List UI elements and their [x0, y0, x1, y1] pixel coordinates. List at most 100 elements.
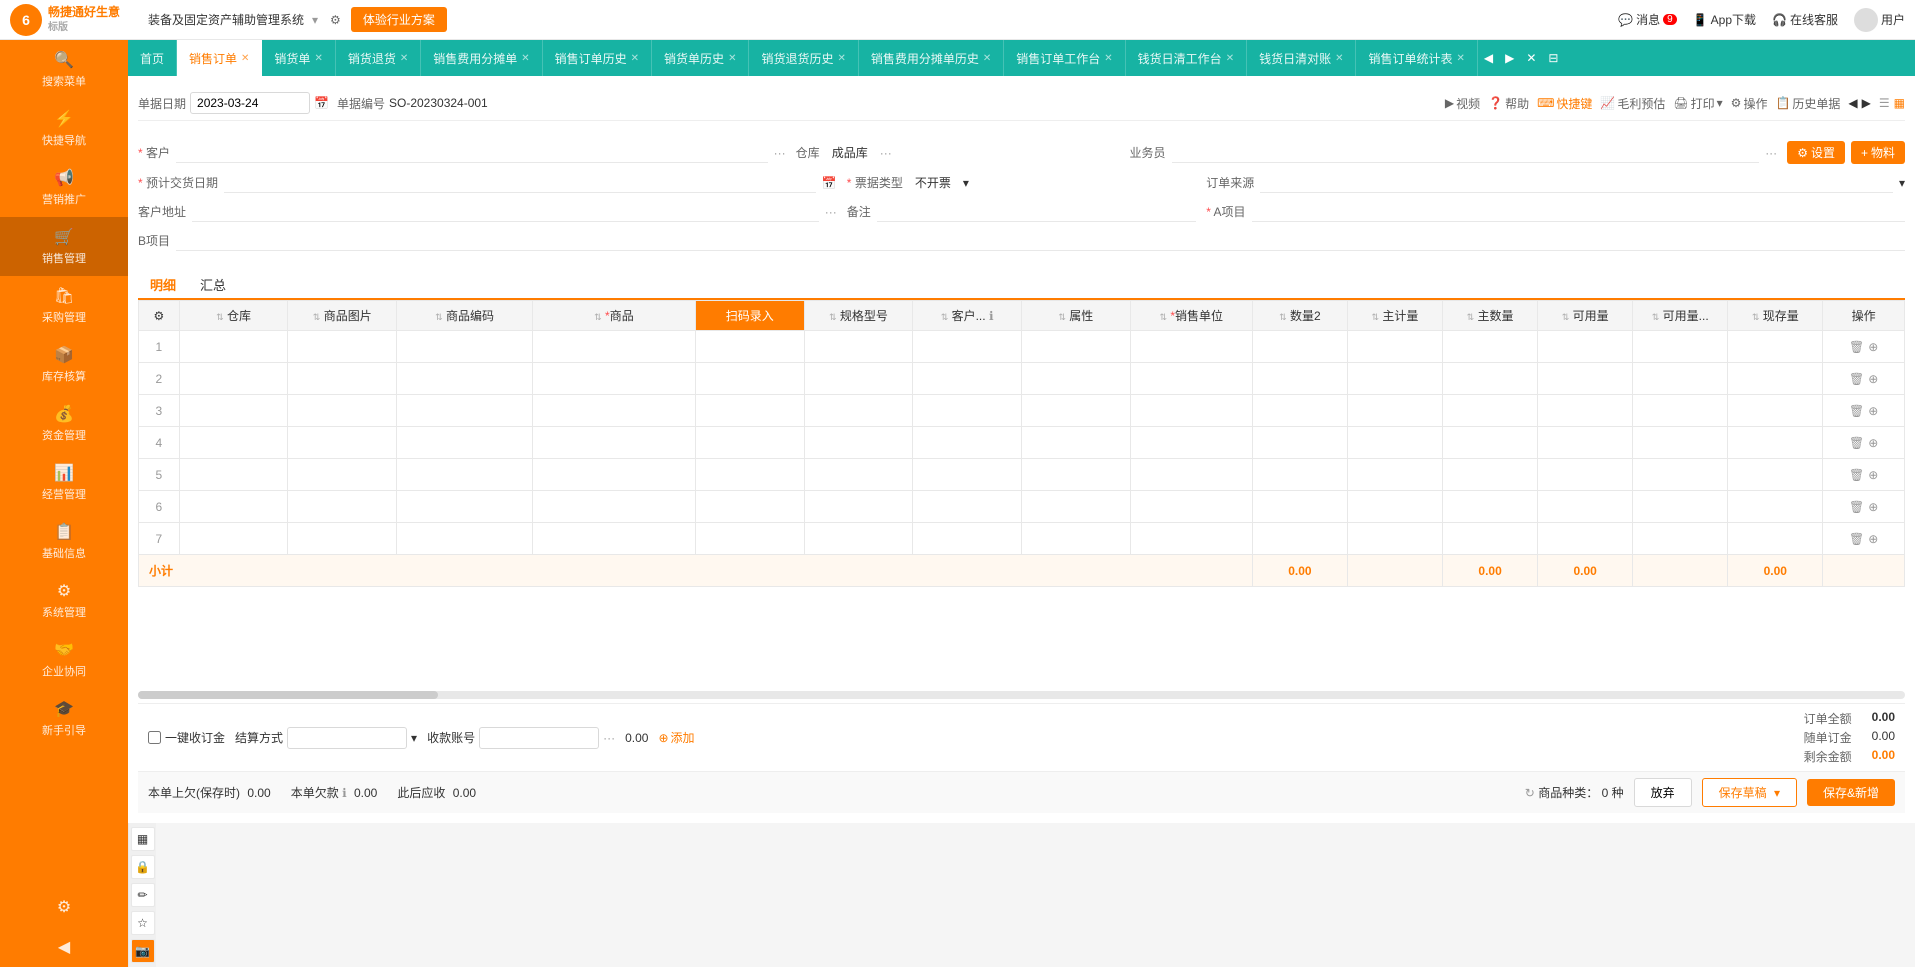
cell-unit-2[interactable]	[1130, 363, 1252, 395]
customer-input[interactable]	[176, 142, 768, 163]
delete-row-5[interactable]: 🗑	[1849, 468, 1864, 482]
tab-detail[interactable]: 明细	[138, 271, 188, 300]
cell-code-1[interactable]	[397, 331, 533, 363]
cell-available2-5[interactable]	[1633, 459, 1728, 491]
list-view-icon[interactable]: ☰	[1879, 96, 1890, 110]
sidebar-item-marketing[interactable]: 📢 营销推广	[0, 158, 128, 217]
cell-main-qty-5[interactable]	[1443, 459, 1538, 491]
order-source-dropdown-icon[interactable]: ▾	[1899, 176, 1905, 190]
cell-customer-code-2[interactable]	[913, 363, 1022, 395]
cell-main-unit-1[interactable]	[1347, 331, 1442, 363]
invoice-dropdown-icon[interactable]: ▾	[963, 176, 969, 190]
cell-product-7[interactable]	[532, 523, 695, 555]
sidebar-collapse-btn[interactable]: ◀	[0, 927, 128, 967]
cell-image-7[interactable]	[288, 523, 397, 555]
cell-main-unit-5[interactable]	[1347, 459, 1442, 491]
cell-available-6[interactable]	[1538, 491, 1633, 523]
right-panel-lock-icon[interactable]: 🔒	[131, 855, 155, 879]
card-view-icon[interactable]: ▦	[1894, 96, 1905, 110]
bank-account-input[interactable]	[479, 727, 599, 749]
cell-product-2[interactable]	[532, 363, 695, 395]
payment-method-input[interactable]	[287, 727, 407, 749]
add-material-btn[interactable]: + 物料	[1851, 141, 1905, 164]
tab-order-workbench[interactable]: 销售订单工作台 ✕	[1004, 40, 1125, 76]
cell-available-4[interactable]	[1538, 427, 1633, 459]
right-panel-grid-icon[interactable]: ▦	[131, 827, 155, 851]
cell-attr-3[interactable]	[1021, 395, 1130, 427]
operation-btn[interactable]: ⚙ 操作	[1731, 95, 1768, 112]
tab-daily-reconcile[interactable]: 钱货日清对账 ✕	[1247, 40, 1356, 76]
cell-warehouse-5[interactable]	[179, 459, 288, 491]
sidebar-item-quicknav[interactable]: ⚡ 快捷导航	[0, 99, 128, 158]
cell-available2-3[interactable]	[1633, 395, 1728, 427]
tab-daily-reconcile-close[interactable]: ✕	[1335, 53, 1343, 64]
copy-row-2[interactable]: ⊕	[1868, 372, 1878, 386]
cell-image-2[interactable]	[288, 363, 397, 395]
delivery-date-input[interactable]	[224, 172, 816, 193]
cell-stock-1[interactable]	[1728, 331, 1823, 363]
cell-main-unit-3[interactable]	[1347, 395, 1442, 427]
settings-icon[interactable]: ⚙	[330, 13, 341, 27]
cell-attr-5[interactable]	[1021, 459, 1130, 491]
cell-stock-4[interactable]	[1728, 427, 1823, 459]
tab-summary[interactable]: 汇总	[188, 271, 238, 298]
nav-prev-arrow[interactable]: ◀	[1478, 51, 1499, 65]
cell-main-unit-6[interactable]	[1347, 491, 1442, 523]
sidebar-settings-btn[interactable]: ⚙	[0, 887, 128, 927]
prev-record-icon[interactable]: ◀	[1848, 96, 1857, 110]
date-input[interactable]	[190, 92, 310, 114]
cell-qty2-6[interactable]	[1252, 491, 1347, 523]
cell-code-6[interactable]	[397, 491, 533, 523]
cell-available2-1[interactable]	[1633, 331, 1728, 363]
cell-scan-2[interactable]	[695, 363, 804, 395]
cell-available2-7[interactable]	[1633, 523, 1728, 555]
tab-return-history[interactable]: 销货退货历史 ✕	[749, 40, 858, 76]
cell-attr-1[interactable]	[1021, 331, 1130, 363]
cell-qty2-7[interactable]	[1252, 523, 1347, 555]
cell-available2-4[interactable]	[1633, 427, 1728, 459]
tab-home[interactable]: 首页	[128, 40, 177, 76]
cell-main-qty-4[interactable]	[1443, 427, 1538, 459]
sidebar-item-system[interactable]: ⚙ 系统管理	[0, 571, 128, 630]
cell-scan-6[interactable]	[695, 491, 804, 523]
cell-unit-3[interactable]	[1130, 395, 1252, 427]
tab-goods-history-close[interactable]: ✕	[728, 53, 736, 64]
user-btn[interactable]: 用户	[1854, 8, 1905, 32]
cell-spec-5[interactable]	[804, 459, 913, 491]
view-btn[interactable]: ▶ 视频	[1445, 95, 1480, 112]
remark-input[interactable]	[877, 201, 1196, 222]
sidebar-item-base[interactable]: 📋 基础信息	[0, 512, 128, 571]
delete-row-3[interactable]: 🗑	[1849, 404, 1864, 418]
print-btn[interactable]: 🖨 打印 ▾	[1673, 95, 1722, 112]
horizontal-scrollbar[interactable]	[138, 691, 1905, 699]
cell-main-qty-2[interactable]	[1443, 363, 1538, 395]
industry-btn[interactable]: 体验行业方案	[351, 7, 447, 32]
save-new-btn[interactable]: 保存&新增	[1807, 779, 1895, 806]
help-btn[interactable]: ❓ 帮助	[1488, 95, 1529, 112]
cell-code-4[interactable]	[397, 427, 533, 459]
cell-spec-4[interactable]	[804, 427, 913, 459]
order-source-input[interactable]	[1260, 172, 1893, 193]
cell-available2-2[interactable]	[1633, 363, 1728, 395]
cell-available2-6[interactable]	[1633, 491, 1728, 523]
settings-form-btn[interactable]: ⚙ 设置	[1787, 141, 1845, 164]
cell-unit-6[interactable]	[1130, 491, 1252, 523]
tab-sales-goods-close[interactable]: ✕	[314, 53, 322, 64]
copy-row-4[interactable]: ⊕	[1868, 436, 1878, 450]
add-btn[interactable]: ⊕ 添加	[658, 729, 694, 746]
cell-main-qty-1[interactable]	[1443, 331, 1538, 363]
cell-product-1[interactable]	[532, 331, 695, 363]
cell-image-1[interactable]	[288, 331, 397, 363]
tab-sales-expense[interactable]: 销售费用分摊单 ✕	[421, 40, 542, 76]
calendar-icon[interactable]: 📅	[314, 96, 329, 110]
cell-code-3[interactable]	[397, 395, 533, 427]
cell-available-3[interactable]	[1538, 395, 1633, 427]
cell-attr-6[interactable]	[1021, 491, 1130, 523]
copy-row-1[interactable]: ⊕	[1868, 340, 1878, 354]
cell-product-5[interactable]	[532, 459, 695, 491]
cell-scan-4[interactable]	[695, 427, 804, 459]
cell-unit-4[interactable]	[1130, 427, 1252, 459]
cell-main-unit-2[interactable]	[1347, 363, 1442, 395]
delete-row-1[interactable]: 🗑	[1849, 340, 1864, 354]
cell-stock-2[interactable]	[1728, 363, 1823, 395]
